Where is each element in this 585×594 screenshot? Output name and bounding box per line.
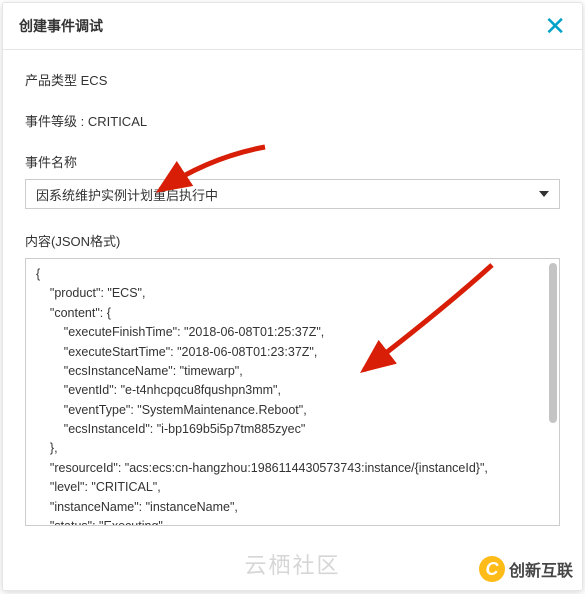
json-textarea[interactable]: { "product": "ECS", "content": { "execut…: [25, 258, 560, 526]
json-content-group: 内容(JSON格式) { "product": "ECS", "content"…: [25, 231, 560, 526]
product-type-value: ECS: [81, 73, 108, 88]
modal-header: 创建事件调试 ✕: [3, 3, 582, 50]
event-name-select[interactable]: 因系统维护实例计划重启执行中: [25, 179, 560, 209]
product-type-label: 产品类型: [25, 73, 77, 88]
event-name-group: 事件名称 因系统维护实例计划重启执行中: [25, 152, 560, 209]
json-text: { "product": "ECS", "content": { "execut…: [26, 259, 559, 525]
json-content-label: 内容(JSON格式): [25, 231, 560, 250]
watermark-logo-text: 创新互联: [509, 557, 573, 581]
event-name-label: 事件名称: [25, 152, 560, 171]
event-level-field: 事件等级 : CRITICAL: [25, 111, 560, 130]
scrollbar-thumb[interactable]: [549, 263, 557, 423]
event-level-label: 事件等级 :: [25, 114, 84, 129]
modal-title: 创建事件调试: [19, 16, 103, 36]
event-name-selected: 因系统维护实例计划重启执行中: [36, 185, 218, 204]
close-icon[interactable]: ✕: [544, 13, 566, 39]
modal-body: 产品类型 ECS 事件等级 : CRITICAL 事件名称 因系统维护实例计划重…: [3, 50, 582, 590]
logo-c-icon: C: [479, 556, 505, 582]
product-type-field: 产品类型 ECS: [25, 70, 560, 89]
event-level-value: CRITICAL: [88, 114, 147, 129]
chevron-down-icon: [539, 191, 549, 197]
create-event-debug-modal: 创建事件调试 ✕ 产品类型 ECS 事件等级 : CRITICAL 事件名称 因…: [2, 2, 583, 591]
watermark-logo: C 创新互联: [479, 556, 573, 582]
